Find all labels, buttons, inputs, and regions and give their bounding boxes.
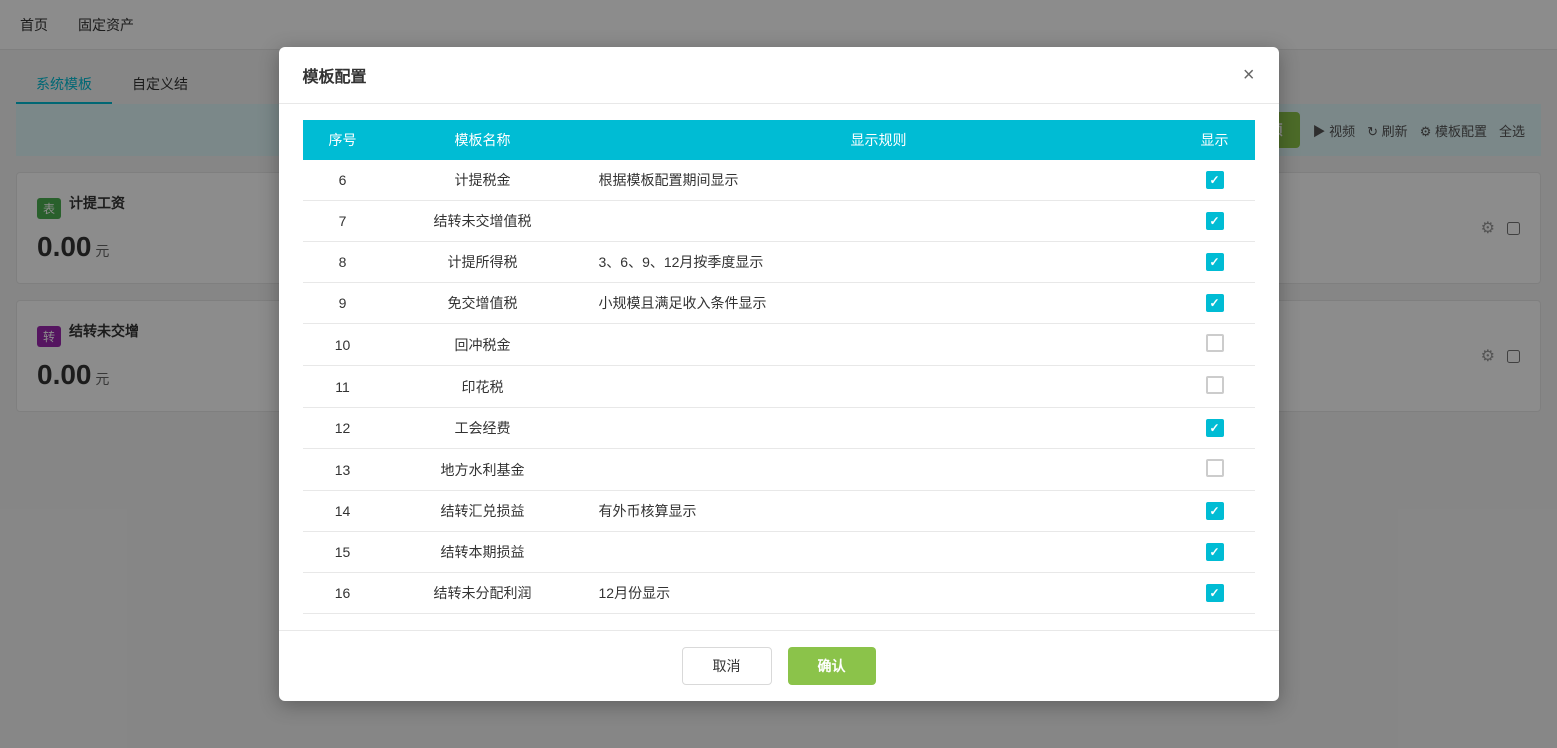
template-config-dialog: 模板配置 × 序号 模板名称 显示规则 显示 6计提税金根据模板配置期间显示7结…	[279, 47, 1279, 701]
cell-checkbox	[1175, 532, 1255, 573]
dialog-overlay: 模板配置 × 序号 模板名称 显示规则 显示 6计提税金根据模板配置期间显示7结…	[0, 0, 1557, 748]
dialog-footer: 取消 确认	[279, 630, 1279, 701]
table-row: 10回冲税金	[303, 324, 1255, 366]
row-checkbox-6[interactable]	[1206, 171, 1224, 189]
cell-checkbox	[1175, 573, 1255, 614]
dialog-header: 模板配置 ×	[279, 47, 1279, 104]
cell-checkbox	[1175, 449, 1255, 491]
col-header-rule: 显示规则	[583, 120, 1175, 160]
table-row: 16结转未分配利润12月份显示	[303, 573, 1255, 614]
cell-rule	[583, 449, 1175, 491]
row-checkbox-10[interactable]	[1206, 334, 1224, 352]
cell-rule	[583, 532, 1175, 573]
cell-id: 6	[303, 160, 383, 201]
confirm-button[interactable]: 确认	[788, 647, 876, 685]
cell-checkbox	[1175, 408, 1255, 449]
cell-id: 15	[303, 532, 383, 573]
cell-name: 地方水利基金	[383, 449, 583, 491]
cell-checkbox	[1175, 160, 1255, 201]
table-body: 6计提税金根据模板配置期间显示7结转未交增值税8计提所得税3、6、9、12月按季…	[303, 160, 1255, 614]
cell-id: 10	[303, 324, 383, 366]
dialog-body: 序号 模板名称 显示规则 显示 6计提税金根据模板配置期间显示7结转未交增值税8…	[279, 104, 1279, 630]
col-header-id: 序号	[303, 120, 383, 160]
row-checkbox-14[interactable]	[1206, 502, 1224, 520]
cell-id: 14	[303, 491, 383, 532]
cell-id: 7	[303, 201, 383, 242]
row-checkbox-12[interactable]	[1206, 419, 1224, 437]
cell-rule	[583, 324, 1175, 366]
table-row: 6计提税金根据模板配置期间显示	[303, 160, 1255, 201]
cell-checkbox	[1175, 242, 1255, 283]
cell-rule: 小规模且满足收入条件显示	[583, 283, 1175, 324]
row-checkbox-8[interactable]	[1206, 253, 1224, 271]
row-checkbox-16[interactable]	[1206, 584, 1224, 602]
row-checkbox-11[interactable]	[1206, 376, 1224, 394]
dialog-title: 模板配置	[303, 63, 367, 87]
table-row: 13地方水利基金	[303, 449, 1255, 491]
table-row: 11印花税	[303, 366, 1255, 408]
cell-name: 结转本期损益	[383, 532, 583, 573]
cell-checkbox	[1175, 491, 1255, 532]
cell-id: 9	[303, 283, 383, 324]
cell-checkbox	[1175, 324, 1255, 366]
cell-name: 结转未交增值税	[383, 201, 583, 242]
cancel-button[interactable]: 取消	[682, 647, 772, 685]
dialog-close-button[interactable]: ×	[1243, 65, 1255, 85]
cell-id: 8	[303, 242, 383, 283]
cell-name: 回冲税金	[383, 324, 583, 366]
cell-name: 免交增值税	[383, 283, 583, 324]
row-checkbox-15[interactable]	[1206, 543, 1224, 561]
cell-name: 印花税	[383, 366, 583, 408]
table-row: 14结转汇兑损益有外币核算显示	[303, 491, 1255, 532]
table-row: 15结转本期损益	[303, 532, 1255, 573]
col-header-name: 模板名称	[383, 120, 583, 160]
table-row: 12工会经费	[303, 408, 1255, 449]
row-checkbox-7[interactable]	[1206, 212, 1224, 230]
cell-checkbox	[1175, 366, 1255, 408]
cell-name: 结转未分配利润	[383, 573, 583, 614]
table-row: 9免交增值税小规模且满足收入条件显示	[303, 283, 1255, 324]
cell-id: 13	[303, 449, 383, 491]
row-checkbox-13[interactable]	[1206, 459, 1224, 477]
col-header-display: 显示	[1175, 120, 1255, 160]
cell-id: 16	[303, 573, 383, 614]
cell-rule	[583, 201, 1175, 242]
cell-id: 12	[303, 408, 383, 449]
table-row: 8计提所得税3、6、9、12月按季度显示	[303, 242, 1255, 283]
table-header: 序号 模板名称 显示规则 显示	[303, 120, 1255, 160]
cell-rule	[583, 366, 1175, 408]
row-checkbox-9[interactable]	[1206, 294, 1224, 312]
cell-rule: 12月份显示	[583, 573, 1175, 614]
cell-rule: 根据模板配置期间显示	[583, 160, 1175, 201]
cell-name: 工会经费	[383, 408, 583, 449]
table-row: 7结转未交增值税	[303, 201, 1255, 242]
cell-rule: 3、6、9、12月按季度显示	[583, 242, 1175, 283]
cell-checkbox	[1175, 201, 1255, 242]
cell-checkbox	[1175, 283, 1255, 324]
cell-rule: 有外币核算显示	[583, 491, 1175, 532]
cell-id: 11	[303, 366, 383, 408]
cell-name: 计提所得税	[383, 242, 583, 283]
cell-name: 计提税金	[383, 160, 583, 201]
config-table: 序号 模板名称 显示规则 显示 6计提税金根据模板配置期间显示7结转未交增值税8…	[303, 120, 1255, 614]
cell-name: 结转汇兑损益	[383, 491, 583, 532]
cell-rule	[583, 408, 1175, 449]
